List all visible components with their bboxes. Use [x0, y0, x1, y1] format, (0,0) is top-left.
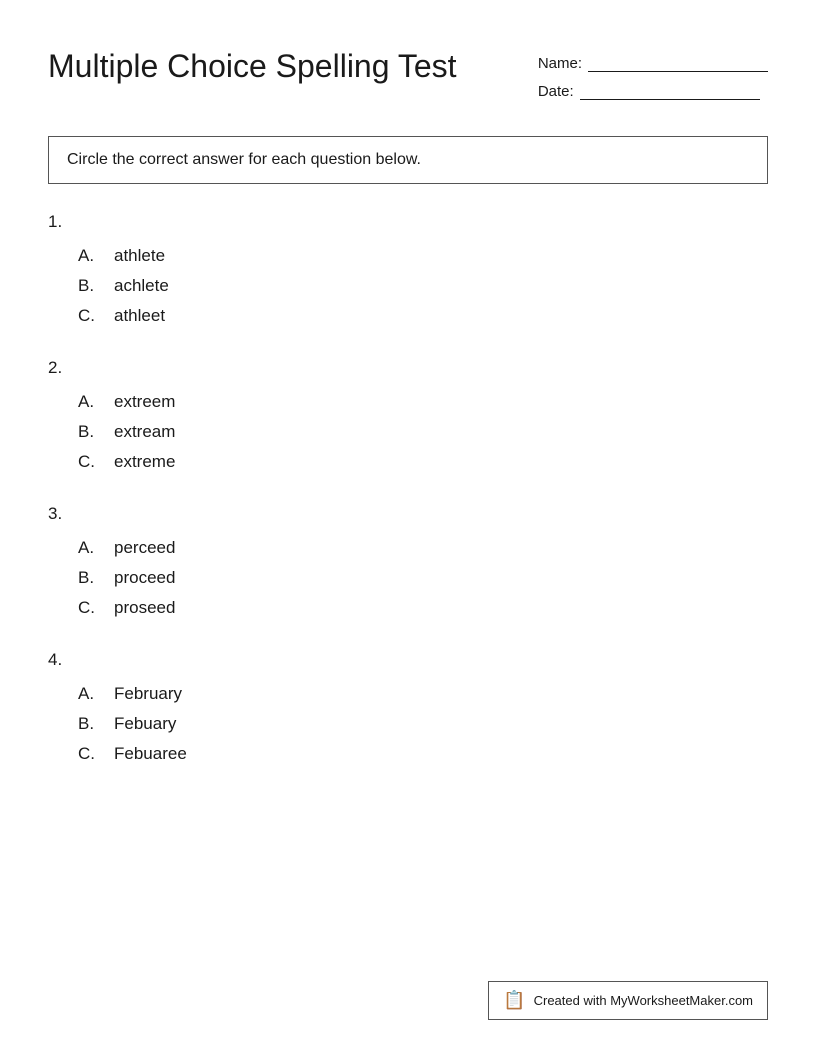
- name-date-block: Name: Date:: [538, 48, 768, 100]
- option-text-4-1: February: [114, 684, 182, 704]
- option-item-3-1[interactable]: A. perceed: [78, 538, 768, 558]
- option-text-1-1: athlete: [114, 246, 165, 266]
- question-number-1: 1.: [48, 212, 768, 232]
- option-item-3-2[interactable]: B. proceed: [78, 568, 768, 588]
- option-letter-4-2: B.: [78, 714, 102, 734]
- option-letter-1-3: C.: [78, 306, 102, 326]
- option-item-2-1[interactable]: A. extreem: [78, 392, 768, 412]
- option-text-1-2: achlete: [114, 276, 169, 296]
- option-text-3-3: proseed: [114, 598, 175, 618]
- options-list-3: A. perceed B. proceed C. proseed: [48, 538, 768, 618]
- option-letter-1-1: A.: [78, 246, 102, 266]
- option-letter-4-1: A.: [78, 684, 102, 704]
- option-letter-2-1: A.: [78, 392, 102, 412]
- option-text-2-2: extream: [114, 422, 175, 442]
- option-item-4-2[interactable]: B. Febuary: [78, 714, 768, 734]
- footer-icon: 📋: [503, 990, 525, 1011]
- options-list-1: A. athlete B. achlete C. athleet: [48, 246, 768, 326]
- options-list-4: A. February B. Febuary C. Febuaree: [48, 684, 768, 764]
- date-input-line[interactable]: [580, 82, 760, 100]
- option-letter-3-3: C.: [78, 598, 102, 618]
- option-letter-4-3: C.: [78, 744, 102, 764]
- option-text-3-2: proceed: [114, 568, 175, 588]
- option-item-2-3[interactable]: C. extreme: [78, 452, 768, 472]
- option-text-2-1: extreem: [114, 392, 175, 412]
- option-letter-2-2: B.: [78, 422, 102, 442]
- footer-badge: 📋 Created with MyWorksheetMaker.com: [488, 981, 768, 1020]
- option-letter-3-2: B.: [78, 568, 102, 588]
- question-block-2: 2. A. extreem B. extream C. extreme: [48, 358, 768, 472]
- question-block-3: 3. A. perceed B. proceed C. proseed: [48, 504, 768, 618]
- header: Multiple Choice Spelling Test Name: Date…: [48, 48, 768, 100]
- option-letter-2-3: C.: [78, 452, 102, 472]
- question-block-1: 1. A. athlete B. achlete C. athleet: [48, 212, 768, 326]
- question-block-4: 4. A. February B. Febuary C. Febuaree: [48, 650, 768, 764]
- question-number-4: 4.: [48, 650, 768, 670]
- question-number-2: 2.: [48, 358, 768, 378]
- option-text-3-1: perceed: [114, 538, 175, 558]
- instruction-text: Circle the correct answer for each quest…: [67, 151, 421, 168]
- option-text-4-3: Febuaree: [114, 744, 187, 764]
- name-input-line[interactable]: [588, 54, 768, 72]
- page: Multiple Choice Spelling Test Name: Date…: [0, 0, 816, 1056]
- footer-text: Created with MyWorksheetMaker.com: [534, 993, 753, 1008]
- options-list-2: A. extreem B. extream C. extreme: [48, 392, 768, 472]
- option-item-4-3[interactable]: C. Febuaree: [78, 744, 768, 764]
- option-text-1-3: athleet: [114, 306, 165, 326]
- option-text-2-3: extreme: [114, 452, 175, 472]
- option-item-4-1[interactable]: A. February: [78, 684, 768, 704]
- option-letter-3-1: A.: [78, 538, 102, 558]
- name-label: Name:: [538, 55, 582, 72]
- option-item-1-3[interactable]: C. athleet: [78, 306, 768, 326]
- page-title: Multiple Choice Spelling Test: [48, 48, 457, 85]
- name-field-row: Name:: [538, 54, 768, 72]
- date-field-row: Date:: [538, 82, 768, 100]
- option-text-4-2: Febuary: [114, 714, 176, 734]
- option-item-2-2[interactable]: B. extream: [78, 422, 768, 442]
- option-item-1-1[interactable]: A. athlete: [78, 246, 768, 266]
- option-item-3-3[interactable]: C. proseed: [78, 598, 768, 618]
- option-item-1-2[interactable]: B. achlete: [78, 276, 768, 296]
- option-letter-1-2: B.: [78, 276, 102, 296]
- date-label: Date:: [538, 83, 574, 100]
- instruction-box: Circle the correct answer for each quest…: [48, 136, 768, 184]
- question-number-3: 3.: [48, 504, 768, 524]
- questions-section: 1. A. athlete B. achlete C. athleet 2. A. extreem…: [48, 212, 768, 796]
